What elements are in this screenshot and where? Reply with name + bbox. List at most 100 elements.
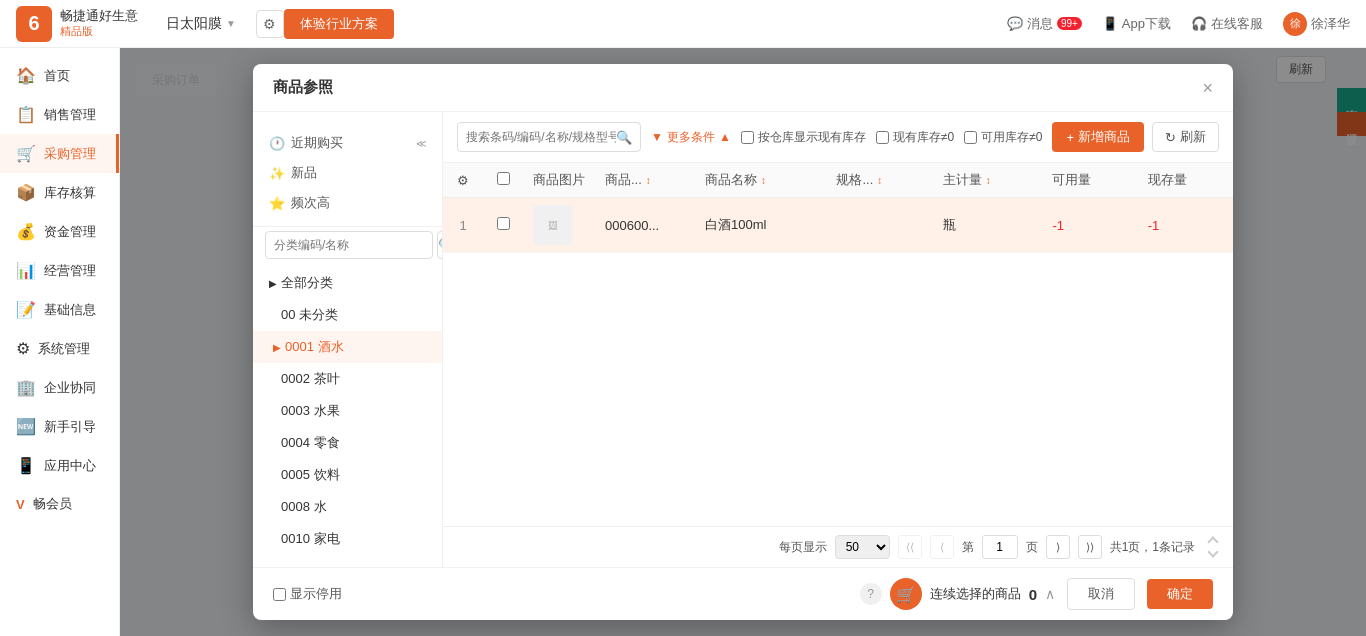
cat-0010[interactable]: 0010 家电 xyxy=(253,523,442,555)
new-label: 新品 xyxy=(291,164,317,182)
available-checkbox-label[interactable]: 现有库存≠0 xyxy=(876,129,954,146)
sidebar-item-operation[interactable]: 📊 经营管理 xyxy=(0,251,119,290)
app-download-item[interactable]: 📱 App下载 xyxy=(1102,15,1171,33)
sidebar-item-basic[interactable]: 📝 基础信息 xyxy=(0,290,119,329)
add-product-button[interactable]: + 新增商品 xyxy=(1052,122,1144,152)
help-button[interactable]: ? xyxy=(860,583,882,605)
cat-0004[interactable]: 0004 零食 xyxy=(253,427,442,459)
col-unit-label: 主计量 xyxy=(943,171,982,189)
sidebar-item-home[interactable]: 🏠 首页 xyxy=(0,56,119,95)
cat-0005[interactable]: 0005 饮料 xyxy=(253,459,442,491)
row-img: 🖼 xyxy=(523,198,595,253)
operation-icon: 📊 xyxy=(16,261,36,280)
confirm-button[interactable]: 确定 xyxy=(1147,579,1213,609)
col-code-label: 商品... xyxy=(605,171,642,189)
chevron-down-icon: ▼ xyxy=(226,18,236,29)
search-input[interactable] xyxy=(466,130,616,144)
apps-icon: 📱 xyxy=(16,456,36,475)
first-page-button[interactable]: ⟨⟨ xyxy=(898,535,922,559)
product-panel: 🔍 ▼ 更多条件 ▲ 按仓库显示现有库存 xyxy=(443,112,1233,567)
home-icon: 🏠 xyxy=(16,66,36,85)
quick-access: 🕐 近期购买 ≪ ✨ 新品 ⭐ 频次高 xyxy=(253,124,442,222)
page-input[interactable] xyxy=(982,535,1018,559)
select-all-checkbox[interactable] xyxy=(497,172,510,185)
scroll-down-icon[interactable] xyxy=(1207,546,1218,557)
table-row[interactable]: 1 🖼 xyxy=(443,198,1233,253)
cart-icon: 🛒 xyxy=(896,585,916,604)
cat-0002[interactable]: 0002 茶叶 xyxy=(253,363,442,395)
show-disabled-checkbox[interactable] xyxy=(273,588,286,601)
trial-button[interactable]: 体验行业方案 xyxy=(284,9,394,39)
sidebar-item-finance[interactable]: 💰 资金管理 xyxy=(0,212,119,251)
cat-all[interactable]: ▶ 全部分类 xyxy=(253,267,442,299)
sidebar-item-guide[interactable]: 🆕 新手引导 xyxy=(0,407,119,446)
page-size-select[interactable]: 50 100 200 xyxy=(835,535,890,559)
brand-name: 畅捷通好生意 xyxy=(60,8,138,24)
question-icon: ? xyxy=(867,587,874,601)
online-service-item[interactable]: 🎧 在线客服 xyxy=(1191,15,1263,33)
sort-spec-icon: ↕ xyxy=(877,175,882,186)
recent-label: 近期购买 xyxy=(291,134,343,152)
col-code[interactable]: 商品... ↕ xyxy=(595,163,695,198)
col-settings[interactable]: ⚙ xyxy=(443,163,483,198)
action-buttons: + 新增商品 ↻ 刷新 xyxy=(1052,122,1219,152)
refresh-label: 刷新 xyxy=(1180,128,1206,146)
usable-checkbox[interactable] xyxy=(964,131,977,144)
cat-0001[interactable]: ▶ 0001 酒水 xyxy=(253,331,442,363)
prev-page-button[interactable]: ⟨ xyxy=(930,535,954,559)
available-checkbox[interactable] xyxy=(876,131,889,144)
col-available-label: 可用量 xyxy=(1052,172,1091,187)
gear-button[interactable]: ⚙ xyxy=(256,10,284,38)
warehouse-checkbox[interactable] xyxy=(741,131,754,144)
message-item[interactable]: 💬 消息 99+ xyxy=(1007,15,1082,33)
sidebar-item-enterprise[interactable]: 🏢 企业协同 xyxy=(0,368,119,407)
user-item[interactable]: 徐 徐泽华 xyxy=(1283,12,1350,36)
filter-label: 更多条件 xyxy=(667,129,715,146)
col-name[interactable]: 商品名称 ↕ xyxy=(695,163,826,198)
category-search-input[interactable] xyxy=(265,231,433,259)
refresh-button[interactable]: ↻ 刷新 xyxy=(1152,122,1219,152)
row-unit: 瓶 xyxy=(933,198,1043,253)
sidebar-item-inventory[interactable]: 📦 库存核算 xyxy=(0,173,119,212)
table-body: 1 🖼 xyxy=(443,198,1233,253)
sidebar-item-sales[interactable]: 📋 销售管理 xyxy=(0,95,119,134)
table-header-row: ⚙ 商品图片 xyxy=(443,163,1233,198)
recent-purchase-item[interactable]: 🕐 近期购买 ≪ xyxy=(253,128,442,158)
collapse-button[interactable]: ∧ xyxy=(1045,586,1055,602)
category-divider xyxy=(253,226,442,227)
sidebar-item-system[interactable]: ⚙ 系统管理 xyxy=(0,329,119,368)
new-product-item[interactable]: ✨ 新品 xyxy=(253,158,442,188)
logo-area: 6 畅捷通好生意 精品版 xyxy=(16,6,146,42)
frequent-item[interactable]: ⭐ 频次高 xyxy=(253,188,442,218)
row-checkbox[interactable] xyxy=(497,217,510,230)
show-disabled-label[interactable]: 显示停用 xyxy=(273,585,342,603)
col-spec[interactable]: 规格... ↕ xyxy=(826,163,932,198)
sidebar-item-apps[interactable]: 📱 应用中心 xyxy=(0,446,119,485)
modal-close-button[interactable]: × xyxy=(1202,79,1213,97)
pagination-bar: 每页显示 50 100 200 ⟨⟨ ⟨ 第 页 ⟩ xyxy=(443,526,1233,567)
last-page-button[interactable]: ⟩⟩ xyxy=(1078,535,1102,559)
row-check[interactable] xyxy=(483,198,523,253)
cat-0003[interactable]: 0003 水果 xyxy=(253,395,442,427)
sort-name-icon: ↕ xyxy=(761,175,766,186)
cart-button[interactable]: 🛒 xyxy=(890,578,922,610)
sidebar-item-purchase[interactable]: 🛒 采购管理 xyxy=(0,134,119,173)
cat-0008[interactable]: 0008 水 xyxy=(253,491,442,523)
sidebar-item-finance-label: 资金管理 xyxy=(44,223,96,241)
row-num: 1 xyxy=(443,198,483,253)
col-img: 商品图片 xyxy=(523,163,595,198)
sidebar-item-guide-label: 新手引导 xyxy=(44,418,96,436)
nav-selector[interactable]: 日太阳膜 ▼ xyxy=(166,15,236,33)
usable-checkbox-label[interactable]: 可用库存≠0 xyxy=(964,129,1042,146)
col-stock: 现存量 xyxy=(1138,163,1233,198)
search-button[interactable]: 🔍 xyxy=(616,130,632,145)
next-page-button[interactable]: ⟩ xyxy=(1046,535,1070,559)
cancel-button[interactable]: 取消 xyxy=(1067,578,1135,610)
warehouse-checkbox-label[interactable]: 按仓库显示现有库存 xyxy=(741,129,866,146)
filter-arrow: ▲ xyxy=(719,130,731,144)
col-unit[interactable]: 主计量 ↕ xyxy=(933,163,1043,198)
filter-button[interactable]: ▼ 更多条件 ▲ xyxy=(651,129,731,146)
collapse-arrow[interactable]: ≪ xyxy=(416,138,426,149)
sidebar-item-member[interactable]: V 畅会员 xyxy=(0,485,119,523)
cat-00[interactable]: 00 未分类 xyxy=(253,299,442,331)
